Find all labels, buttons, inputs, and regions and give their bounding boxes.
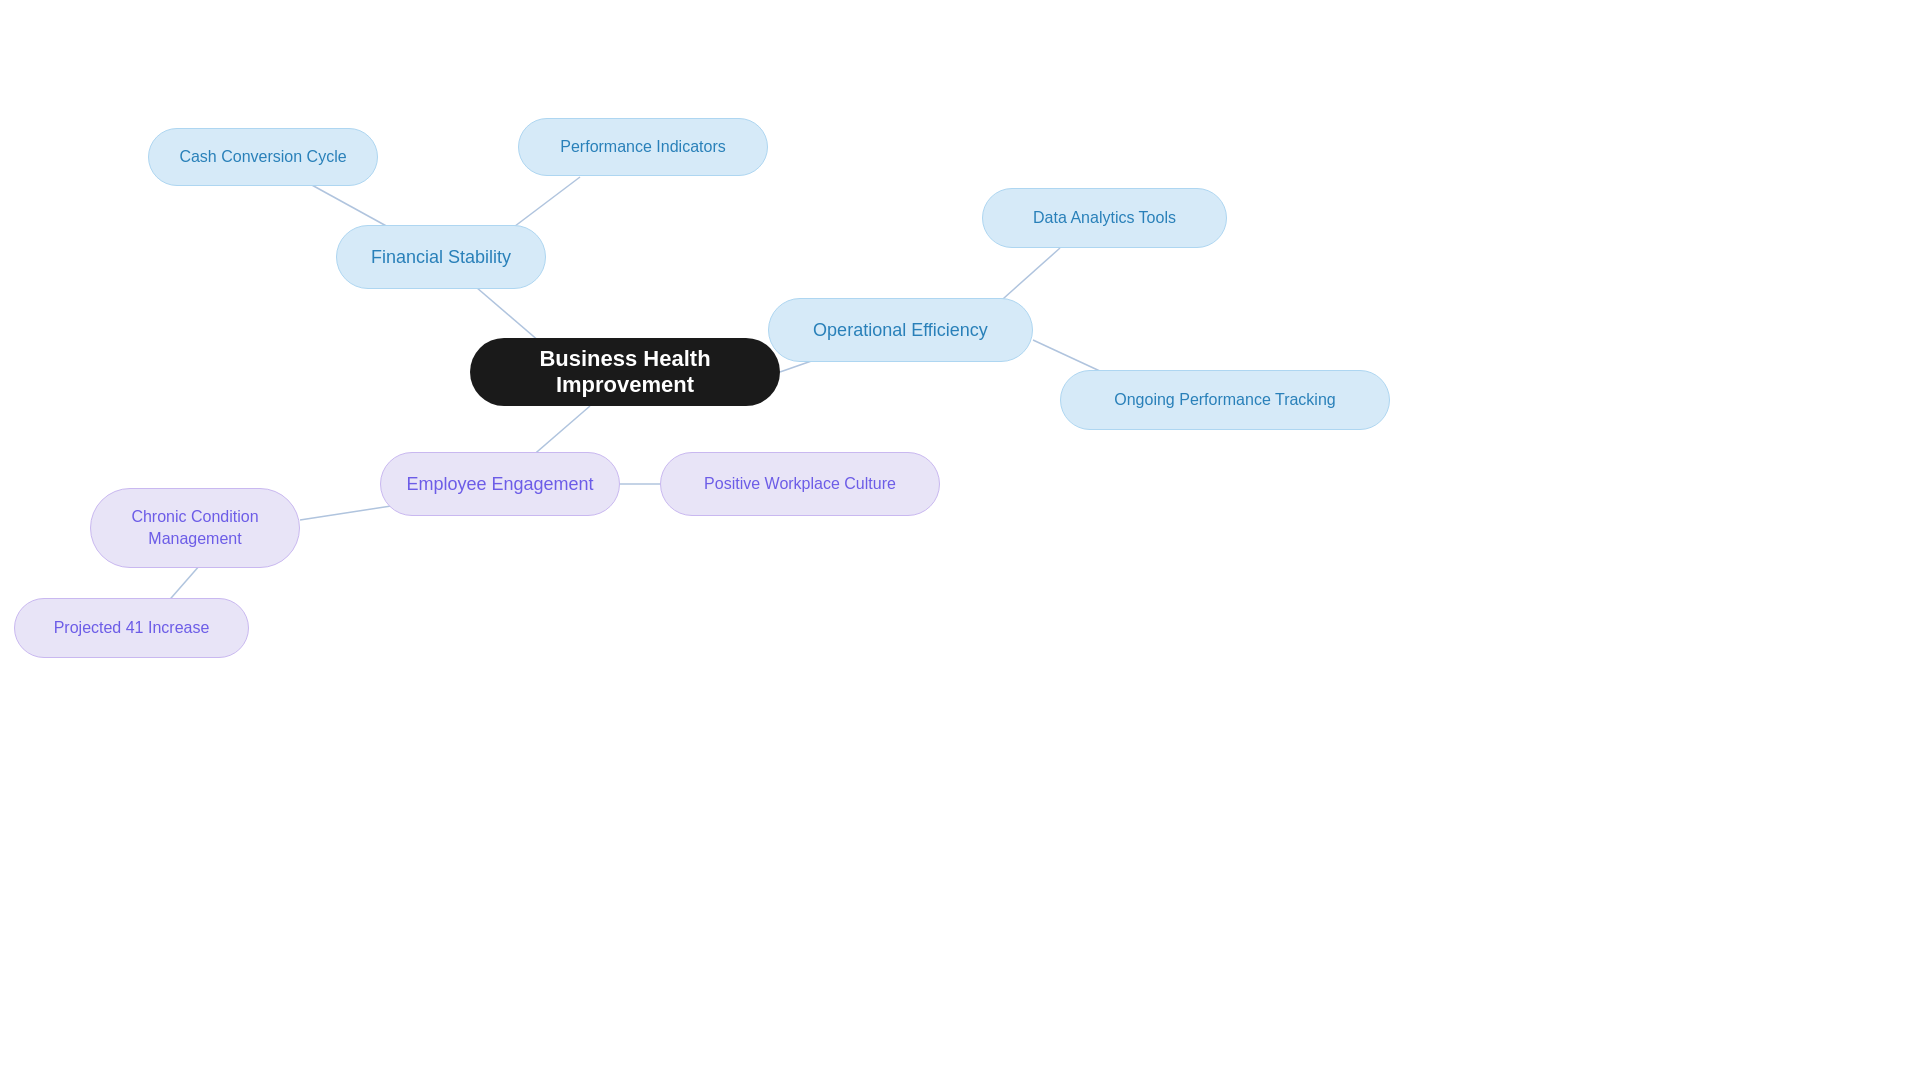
center-node[interactable]: Business Health Improvement — [470, 338, 780, 406]
employee-engagement-node[interactable]: Employee Engagement — [380, 452, 620, 516]
financial-stability-node[interactable]: Financial Stability — [336, 225, 546, 289]
projected-increase-node[interactable]: Projected 41 Increase — [14, 598, 249, 658]
chronic-condition-node[interactable]: Chronic Condition Management — [90, 488, 300, 568]
ongoing-performance-node[interactable]: Ongoing Performance Tracking — [1060, 370, 1390, 430]
positive-workplace-node[interactable]: Positive Workplace Culture — [660, 452, 940, 516]
performance-indicators-node[interactable]: Performance Indicators — [518, 118, 768, 176]
data-analytics-node[interactable]: Data Analytics Tools — [982, 188, 1227, 248]
operational-efficiency-node[interactable]: Operational Efficiency — [768, 298, 1033, 362]
cash-conversion-node[interactable]: Cash Conversion Cycle — [148, 128, 378, 186]
